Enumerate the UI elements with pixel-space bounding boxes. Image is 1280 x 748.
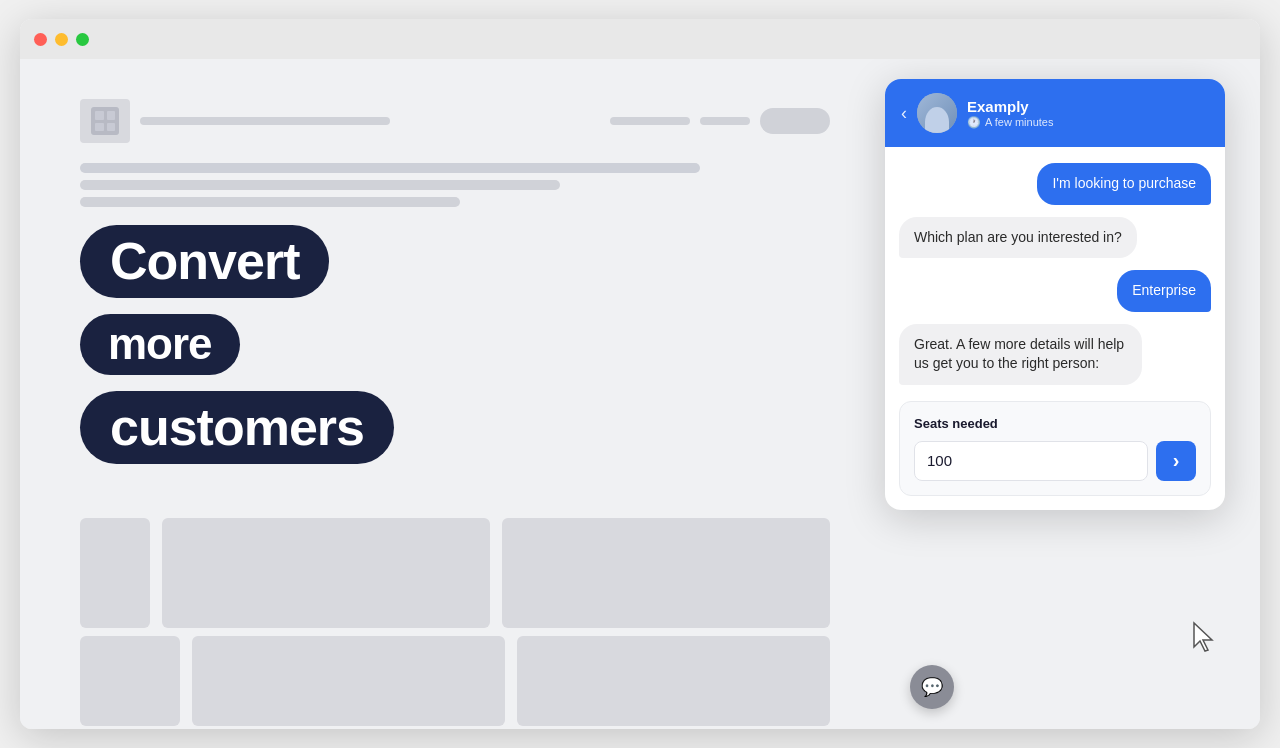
mock-content-lines-top [80, 163, 830, 207]
form-label: Seats needed [914, 416, 1196, 431]
form-submit-button[interactable]: › [1156, 441, 1196, 481]
form-input-row: › [914, 441, 1196, 481]
mock-nav-line-1 [140, 117, 390, 125]
seats-input[interactable] [914, 441, 1148, 481]
mock-line-1 [80, 163, 700, 173]
mock-nav-pill [760, 108, 830, 134]
mock-block-2 [502, 518, 830, 628]
chat-widget: ‹ Examply 🕐 A few minutes [885, 79, 1225, 510]
mock-line-3 [80, 197, 460, 207]
arrow-right-icon: › [1173, 449, 1180, 472]
mock-blocks-row-1 [80, 518, 830, 628]
headline-area: Convert more customers [80, 225, 830, 474]
chat-header-info: Examply 🕐 A few minutes [967, 98, 1209, 129]
chat-status: 🕐 A few minutes [967, 116, 1209, 129]
mock-block-4 [517, 636, 830, 726]
headline-line3: customers [80, 391, 394, 464]
mock-block-1 [162, 518, 490, 628]
mock-block-small-2 [80, 636, 180, 726]
mock-block-small [80, 518, 150, 628]
browser-titlebar [20, 19, 1260, 59]
mock-line-2 [80, 180, 560, 190]
chat-launcher-button[interactable]: 💬 [910, 665, 954, 709]
traffic-light-close[interactable] [34, 33, 47, 46]
message-3: Enterprise [1117, 270, 1211, 312]
chat-launcher-icon: 💬 [921, 676, 943, 698]
chat-widget-area: ‹ Examply 🕐 A few minutes [880, 59, 1260, 729]
chat-back-button[interactable]: ‹ [901, 103, 907, 124]
clock-icon: 🕐 [967, 116, 981, 129]
message-1: I'm looking to purchase [1037, 163, 1211, 205]
chat-avatar [917, 93, 957, 133]
chat-agent-name: Examply [967, 98, 1209, 115]
mock-nav-line-2 [610, 117, 690, 125]
headline-line2: more [80, 314, 240, 374]
mock-logo-icon [80, 99, 130, 143]
headline-line1: Convert [80, 225, 329, 298]
message-4: Great. A few more details will help us g… [899, 324, 1142, 385]
mock-nav [80, 99, 830, 143]
mock-nav-line-3 [700, 117, 750, 125]
chat-form: Seats needed › [899, 401, 1211, 496]
mock-blocks-row-2 [80, 636, 830, 726]
traffic-light-minimize[interactable] [55, 33, 68, 46]
traffic-light-maximize[interactable] [76, 33, 89, 46]
chat-header: ‹ Examply 🕐 A few minutes [885, 79, 1225, 147]
chat-status-text: A few minutes [985, 116, 1053, 128]
browser-content: Convert more customers [20, 59, 1260, 729]
browser-window: Convert more customers [20, 19, 1260, 729]
message-2: Which plan are you interested in? [899, 217, 1137, 259]
chat-messages: I'm looking to purchase Which plan are y… [885, 147, 1225, 401]
cursor [1190, 621, 1222, 657]
mock-block-3 [192, 636, 505, 726]
mock-website: Convert more customers [20, 59, 880, 729]
